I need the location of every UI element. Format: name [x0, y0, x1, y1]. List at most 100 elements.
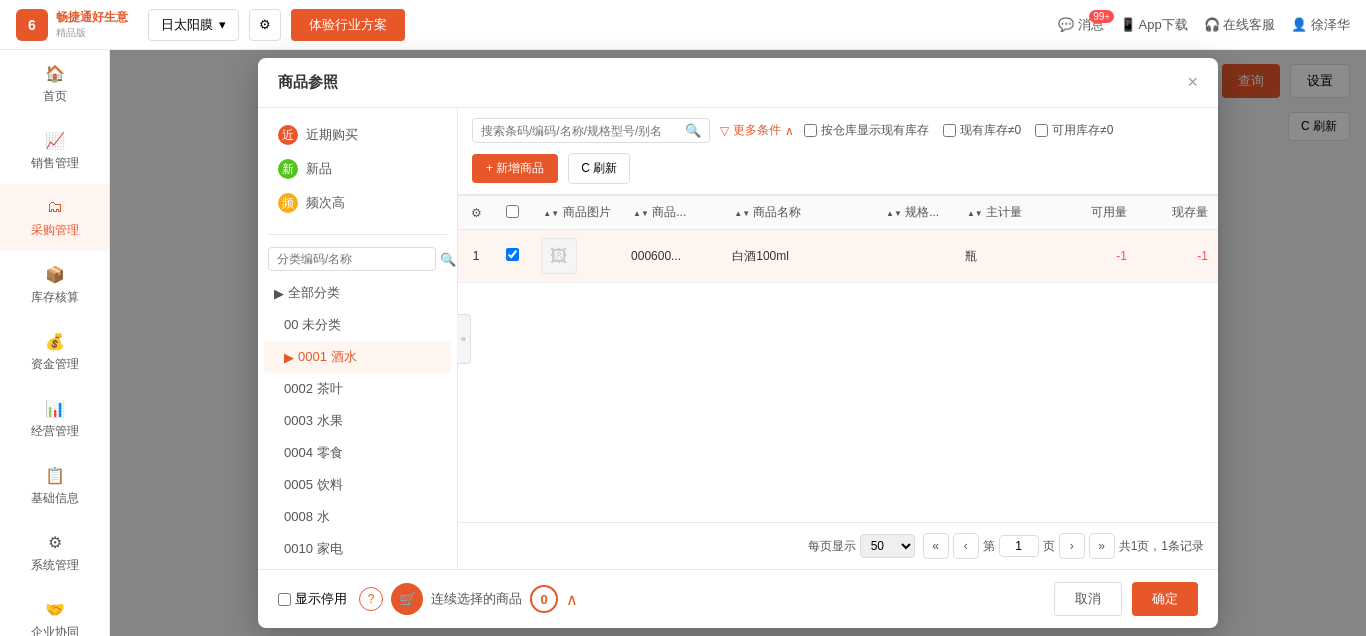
check-available-input[interactable] — [943, 124, 956, 137]
check-by-warehouse-input[interactable] — [804, 124, 817, 137]
sidebar-item-purchase[interactable]: 🗂 采购管理 — [0, 184, 109, 251]
pagination: 每页显示 50 10 20 100 « ‹ 第 — [458, 522, 1218, 569]
product-search-input[interactable] — [481, 124, 681, 138]
sidebar-item-finance[interactable]: 💰 资金管理 — [0, 318, 109, 385]
page-last-button[interactable]: » — [1089, 533, 1115, 559]
operations-icon: 📊 — [44, 397, 66, 419]
check-available-nonzero[interactable]: 现有库存≠0 — [943, 122, 1021, 139]
sidebar-item-sales[interactable]: 📈 销售管理 — [0, 117, 109, 184]
col-unit-header[interactable]: ▲▼ 主计量 — [955, 196, 1036, 230]
sidebar-item-operations[interactable]: 📊 经营管理 — [0, 385, 109, 452]
sidebar-item-basic-info[interactable]: 📋 基础信息 — [0, 452, 109, 519]
category-item-drinks[interactable]: 0005 饮料 — [264, 469, 451, 501]
cart-count: 0 — [530, 585, 558, 613]
category-item-all[interactable]: ▶ 全部分类 — [264, 277, 451, 309]
category-item-water[interactable]: 0008 水 — [264, 501, 451, 533]
category-item-uncategorized[interactable]: 00 未分类 — [264, 309, 451, 341]
category-item-snacks[interactable]: 0004 零食 — [264, 437, 451, 469]
col-code-header[interactable]: ▲▼ 商品... — [621, 196, 722, 230]
finance-icon: 💰 — [44, 330, 66, 352]
product-search-icon[interactable]: 🔍 — [685, 123, 701, 138]
check-usable-input[interactable] — [1035, 124, 1048, 137]
sidebar-item-system[interactable]: ⚙ 系统管理 — [0, 519, 109, 586]
select-all-checkbox[interactable] — [506, 205, 519, 218]
sidebar-item-label: 库存核算 — [31, 289, 79, 306]
dialog-close-button[interactable]: × — [1187, 72, 1198, 93]
sidebar-item-label: 销售管理 — [31, 155, 79, 172]
sidebar-item-label: 经营管理 — [31, 423, 79, 440]
collapse-cart-button[interactable]: ∧ — [566, 590, 578, 609]
sidebar-item-label: 基础信息 — [31, 490, 79, 507]
inventory-icon: 📦 — [44, 263, 66, 285]
category-search-icon[interactable]: 🔍 — [440, 252, 456, 267]
category-search-input[interactable] — [268, 247, 436, 271]
col-stock-header[interactable]: 现存量 — [1137, 196, 1218, 230]
page-first-button[interactable]: « — [923, 533, 949, 559]
sort-arrows-code: ▲▼ — [631, 205, 649, 219]
row-name: 白酒100ml — [722, 230, 874, 283]
quick-item-recent[interactable]: 近 近期购买 — [268, 118, 447, 152]
basic-info-icon: 📋 — [44, 464, 66, 486]
collapse-panel-button[interactable]: « — [457, 314, 471, 364]
page-number-input[interactable] — [999, 535, 1039, 557]
cancel-button[interactable]: 取消 — [1054, 582, 1122, 616]
app-download-link[interactable]: 📱 App下载 — [1120, 16, 1188, 34]
product-thumbnail: 🖼 — [541, 238, 577, 274]
more-filter-button[interactable]: ▽ 更多条件 ∧ — [720, 122, 794, 139]
show-disabled-input[interactable] — [278, 593, 291, 606]
add-product-button[interactable]: + 新增商品 — [472, 154, 558, 183]
per-page-dropdown[interactable]: 50 10 20 100 — [860, 534, 915, 558]
industry-solution-button[interactable]: 体验行业方案 — [291, 9, 405, 41]
purchase-icon: 🗂 — [44, 196, 66, 218]
check-by-warehouse[interactable]: 按仓库显示现有库存 — [804, 122, 929, 139]
sidebar-item-home[interactable]: 🏠 首页 — [0, 50, 109, 117]
online-service-link[interactable]: 🎧 在线客服 — [1204, 16, 1276, 34]
filter-checkboxes: 按仓库显示现有库存 现有库存≠0 可用库存≠0 — [804, 122, 1114, 139]
quick-item-new[interactable]: 新 新品 — [268, 152, 447, 186]
sidebar-item-inventory[interactable]: 📦 库存核算 — [0, 251, 109, 318]
sidebar-item-label: 首页 — [43, 88, 67, 105]
footer-buttons: 取消 确定 — [1054, 582, 1198, 616]
row-img: 🖼 — [531, 230, 621, 283]
col-avail-header[interactable]: 可用量 — [1036, 196, 1137, 230]
messages-area[interactable]: 💬 消息 99+ — [1058, 16, 1104, 34]
system-icon: ⚙ — [44, 531, 66, 553]
row-checkbox[interactable] — [506, 248, 519, 261]
logo-icon: 6 — [16, 9, 48, 41]
page-next-button[interactable]: › — [1059, 533, 1085, 559]
row-code: 000600... — [621, 230, 722, 283]
sidebar-item-cooperation[interactable]: 🤝 企业协同 — [0, 586, 109, 636]
chevron-down-icon: ▾ — [219, 17, 226, 32]
col-spec-header[interactable]: ▲▼ 规格... — [874, 196, 955, 230]
dialog-header: 商品参照 × — [258, 58, 1218, 108]
home-icon: 🏠 — [44, 62, 66, 84]
page-prev-button[interactable]: ‹ — [953, 533, 979, 559]
sidebar-item-label: 系统管理 — [31, 557, 79, 574]
sort-arrows-name: ▲▼ — [732, 205, 750, 219]
nav-dropdown[interactable]: 日太阳膜 ▾ — [148, 9, 239, 41]
category-item-tea[interactable]: 0002 茶叶 — [264, 373, 451, 405]
row-stock: -1 — [1137, 230, 1218, 283]
quick-item-frequent[interactable]: 频 频次高 — [268, 186, 447, 220]
user-avatar[interactable]: 👤 徐泽华 — [1291, 16, 1350, 34]
refresh-dialog-button[interactable]: C 刷新 — [568, 153, 630, 184]
dialog-toolbar: 🔍 ▽ 更多条件 ∧ 按仓库显示现有库存 — [458, 108, 1218, 195]
confirm-button[interactable]: 确定 — [1132, 582, 1198, 616]
help-icon[interactable]: ? — [359, 587, 383, 611]
row-unit: 瓶 — [955, 230, 1036, 283]
product-table-area: ⚙ ▲▼ 商品图片 — [458, 195, 1218, 522]
show-disabled-checkbox: 显示停用 — [278, 590, 347, 608]
col-name-header[interactable]: ▲▼ 商品名称 — [722, 196, 874, 230]
cart-section: ? 🛒 连续选择的商品 0 ∧ — [359, 583, 1042, 615]
per-page-select: 每页显示 50 10 20 100 — [808, 534, 915, 558]
category-item-appliance[interactable]: 0010 家电 — [264, 533, 451, 559]
expand-arrow-icon: ▶ — [284, 350, 294, 365]
sort-arrows-spec: ▲▼ — [884, 205, 902, 219]
category-item-fruit[interactable]: 0003 水果 — [264, 405, 451, 437]
dialog-right-panel: 🔍 ▽ 更多条件 ∧ 按仓库显示现有库存 — [458, 108, 1218, 569]
table-row[interactable]: 1 🖼 000600... 白酒100ml — [458, 230, 1218, 283]
settings-button[interactable]: ⚙ — [249, 9, 281, 41]
check-usable-nonzero[interactable]: 可用库存≠0 — [1035, 122, 1113, 139]
category-item-liquor[interactable]: ▶ 0001 酒水 — [264, 341, 451, 373]
top-nav: 6 畅捷通好生意 精品版 日太阳膜 ▾ ⚙ 体验行业方案 💬 消息 99+ 📱 … — [0, 0, 1366, 50]
